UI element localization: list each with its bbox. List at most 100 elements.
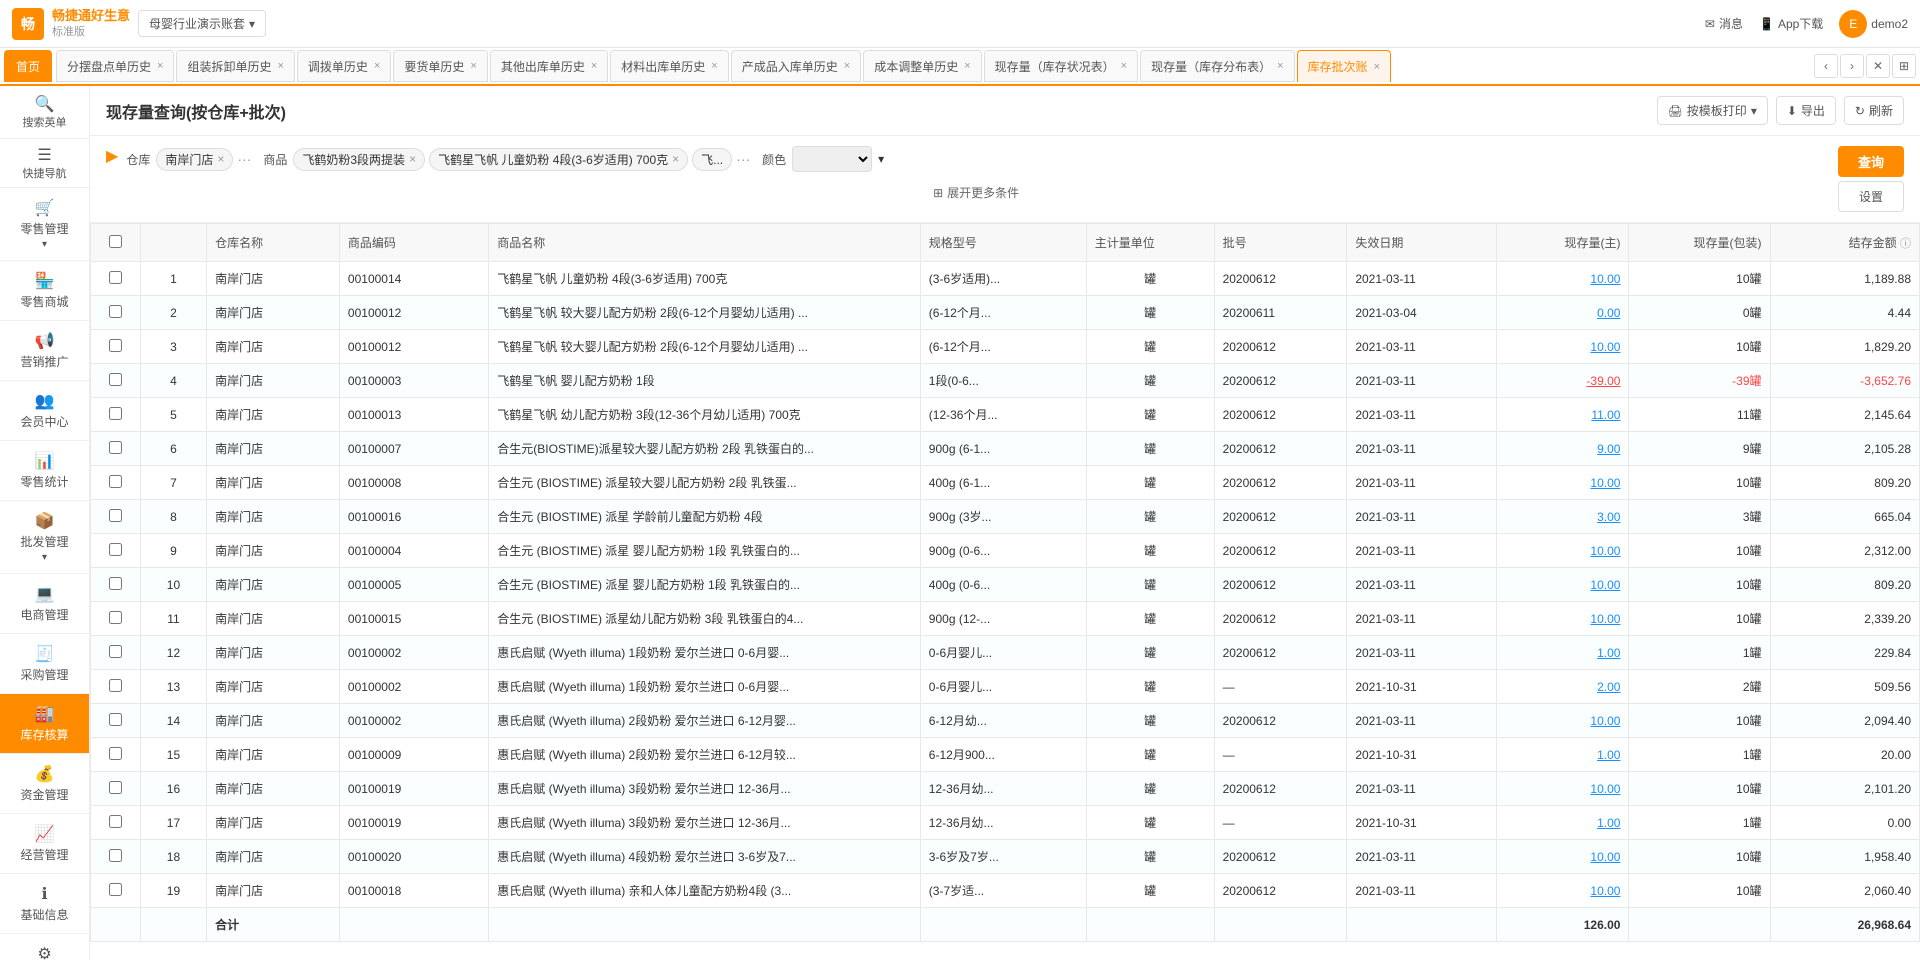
sidebar-item-marketing[interactable]: 📢 营销推广 [0,321,89,381]
row-checkbox[interactable] [109,883,122,896]
tab-group-disassemble[interactable]: 组装拆卸单历史 × [176,50,294,82]
row-checkbox[interactable] [109,373,122,386]
sidebar-item-system[interactable]: ⚙ 系统管理 [0,934,89,960]
row-checkbox[interactable] [109,543,122,556]
filter-expand-arrow[interactable]: ▶ [106,146,118,166]
row-checkbox[interactable] [109,509,122,522]
tab-close-all-button[interactable]: ✕ [1866,54,1890,78]
product-tag-1[interactable]: 飞鹤奶粉3段两提装 × [293,148,425,171]
stock-main-value[interactable]: 10.00 [1590,612,1620,626]
row-checkbox[interactable] [109,815,122,828]
stock-main-value[interactable]: 1.00 [1597,816,1620,830]
tab-close-icon[interactable]: × [1374,61,1380,73]
row-checkbox[interactable] [109,407,122,420]
tab-home[interactable]: 首页 [4,50,52,82]
warehouse-tag-nanana[interactable]: 南岸门店 × [156,148,233,171]
tab-prev-button[interactable]: ‹ [1814,54,1838,78]
app-download-button[interactable]: 📱 App下载 [1759,15,1823,32]
stock-main-value[interactable]: 0.00 [1597,306,1620,320]
stock-main-value[interactable]: 10.00 [1590,782,1620,796]
row-checkbox[interactable] [109,271,122,284]
tab-close-icon[interactable]: × [964,60,970,72]
stock-main-value[interactable]: 2.00 [1597,680,1620,694]
stock-main-value[interactable]: 1.00 [1597,748,1620,762]
tab-close-icon[interactable]: × [1121,60,1127,72]
stock-main-value[interactable]: 1.00 [1597,646,1620,660]
sidebar-item-retail[interactable]: 🛒 零售管理 ▾ [0,188,89,261]
expand-more-button[interactable]: ⊞ 展开更多条件 [925,180,1027,205]
stock-main-value[interactable]: 10.00 [1590,340,1620,354]
user-menu[interactable]: E demo2 [1839,10,1908,38]
row-checkbox[interactable] [109,747,122,760]
query-button[interactable]: 查询 [1838,146,1904,177]
row-checkbox[interactable] [109,679,122,692]
stock-main-value[interactable]: 9.00 [1597,442,1620,456]
stock-main-value[interactable]: 11.00 [1591,408,1620,422]
stock-main-value[interactable]: 10.00 [1590,476,1620,490]
stock-main-value[interactable]: 3.00 [1597,510,1620,524]
stock-main-value[interactable]: 10.00 [1590,884,1620,898]
color-select[interactable] [792,146,872,172]
template-print-button[interactable]: 🖨 按模板打印 ▾ [1657,96,1768,125]
tab-stock-dist[interactable]: 现存量（库存分布表） × [1140,50,1294,82]
tab-cost-adjust[interactable]: 成本调整单历史 × [863,50,981,82]
sidebar-item-purchase[interactable]: 🧾 采购管理 [0,634,89,694]
tab-stock-batch[interactable]: 库存批次账 × [1297,50,1391,82]
row-checkbox[interactable] [109,577,122,590]
row-checkbox[interactable] [109,339,122,352]
tab-want[interactable]: 要货单历史 × [393,50,487,82]
filter-more-button[interactable]: ··· [237,151,251,167]
tab-material-out[interactable]: 材料出库单历史 × [610,50,728,82]
settings-button[interactable]: 设置 [1838,181,1904,212]
tab-split[interactable]: 分摆盘点单历史 × [56,50,174,82]
row-checkbox[interactable] [109,611,122,624]
tab-close-icon[interactable]: × [1277,60,1283,72]
tag-close-icon[interactable]: × [672,152,679,166]
row-checkbox[interactable] [109,441,122,454]
stock-main-value[interactable]: -39.00 [1586,374,1620,388]
stock-main-value[interactable]: 10.00 [1590,272,1620,286]
sidebar-item-basic[interactable]: ℹ 基础信息 [0,874,89,934]
tag-close-icon[interactable]: × [217,152,224,166]
message-button[interactable]: ✉ 消息 [1705,15,1743,32]
tab-close-icon[interactable]: × [157,60,163,72]
export-button[interactable]: ⬇ 导出 [1776,96,1836,125]
sidebar-item-wholesale[interactable]: 📦 批发管理 ▾ [0,501,89,574]
sidebar-item-finance[interactable]: 💰 资金管理 [0,754,89,814]
tab-product-in[interactable]: 产成品入库单历史 × [731,50,861,82]
sidebar-item-quicknav[interactable]: ☰ 快捷导航 [0,139,89,188]
row-checkbox[interactable] [109,305,122,318]
tab-close-icon[interactable]: × [591,60,597,72]
tab-close-icon[interactable]: × [374,60,380,72]
sidebar-item-ecom[interactable]: 💻 电商管理 [0,574,89,634]
stock-main-value[interactable]: 10.00 [1590,850,1620,864]
stock-main-value[interactable]: 10.00 [1590,714,1620,728]
amount-info-icon[interactable]: ⓘ [1900,238,1911,250]
tab-adjust[interactable]: 调拨单历史 × [297,50,391,82]
sidebar-item-warehouse[interactable]: 🏭 库存核算 [0,694,89,754]
tab-close-icon[interactable]: × [711,60,717,72]
product-tag-more[interactable]: 飞... [692,148,732,171]
stock-main-value[interactable]: 10.00 [1590,544,1620,558]
tab-next-button[interactable]: › [1840,54,1864,78]
refresh-button[interactable]: ↻ 刷新 [1844,96,1904,125]
product-filter-more-button[interactable]: ··· [736,151,750,167]
sidebar-item-member[interactable]: 👥 会员中心 [0,381,89,441]
row-checkbox[interactable] [109,475,122,488]
sidebar-item-operation[interactable]: 📈 经营管理 [0,814,89,874]
tab-other-out[interactable]: 其他出库单历史 × [490,50,608,82]
sidebar-item-retail-stats[interactable]: 📊 零售统计 [0,441,89,501]
row-checkbox[interactable] [109,713,122,726]
stock-main-value[interactable]: 10.00 [1590,578,1620,592]
tab-close-icon[interactable]: × [844,60,850,72]
row-checkbox[interactable] [109,781,122,794]
tab-stock-status[interactable]: 现存量（库存状况表） × [984,50,1138,82]
product-tag-2[interactable]: 飞鹤星飞帆 儿童奶粉 4段(3-6岁适用) 700克 × [429,148,688,171]
workspace-selector[interactable]: 母婴行业演示账套 ▾ [138,10,266,37]
select-all-checkbox[interactable] [109,235,122,248]
row-checkbox[interactable] [109,849,122,862]
tab-close-icon[interactable]: × [470,60,476,72]
row-checkbox[interactable] [109,645,122,658]
tab-close-icon[interactable]: × [277,60,283,72]
tag-close-icon[interactable]: × [409,152,416,166]
